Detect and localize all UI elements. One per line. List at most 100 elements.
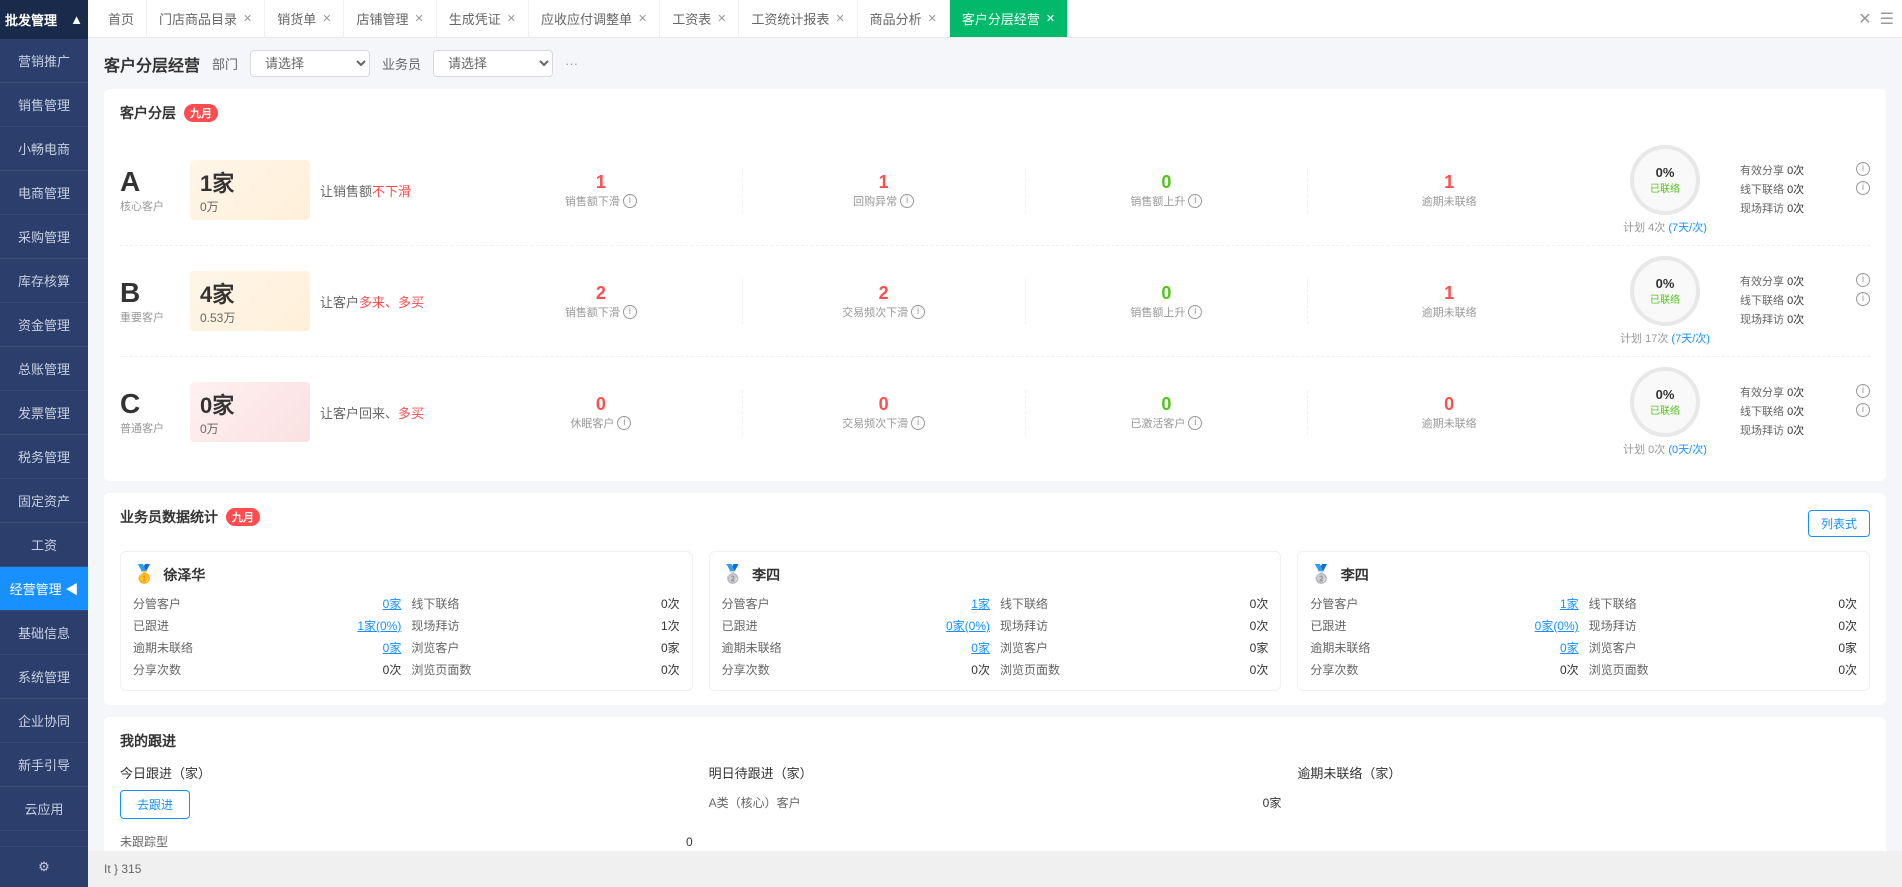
- stat-val-1-0[interactable]: 1家: [971, 595, 990, 612]
- tab-product-analysis[interactable]: 商品分析 ✕: [858, 0, 950, 38]
- stat-val-0-5: 0家: [661, 639, 680, 656]
- sidebar-item-guide[interactable]: 新手引导: [0, 743, 88, 787]
- info-icon-b1[interactable]: i: [623, 305, 637, 319]
- tab-store-mgmt[interactable]: 店铺管理 ✕: [344, 0, 436, 38]
- info-icon-c2[interactable]: i: [911, 416, 925, 430]
- info-icon-c1[interactable]: i: [617, 416, 631, 430]
- sidebar-item-collab[interactable]: 企业协同: [0, 699, 88, 743]
- sidebar-item-sales[interactable]: 销售管理: [0, 83, 88, 127]
- tab-close-store-mgmt[interactable]: ✕: [415, 12, 424, 25]
- info-icon-c-side2[interactable]: i: [1856, 403, 1870, 417]
- tab-menu-icon[interactable]: ☰: [1880, 9, 1894, 29]
- stat-b-4[interactable]: 1 逾期未联络: [1308, 279, 1590, 324]
- stat-val-2-2[interactable]: 0家(0%): [1535, 617, 1579, 634]
- stat-c-3[interactable]: 0 已激活客户 i: [1026, 390, 1309, 435]
- stat-val-2-6: 0次: [1560, 661, 1579, 678]
- sidebar-settings[interactable]: ⚙: [0, 846, 88, 887]
- stat-val-0-0[interactable]: 0家: [383, 595, 402, 612]
- tab-voucher[interactable]: 生成凭证 ✕: [437, 0, 529, 38]
- stat-val-1-2[interactable]: 0家(0%): [946, 617, 990, 634]
- tab-customer-tier[interactable]: 客户分层经营 ✕: [950, 0, 1068, 38]
- info-icon-b3[interactable]: i: [1188, 305, 1202, 319]
- info-icon-b2[interactable]: i: [911, 305, 925, 319]
- sidebar-item-ecommerce-small[interactable]: 小畅电商: [0, 127, 88, 171]
- tab-close-sales-order[interactable]: ✕: [322, 12, 331, 25]
- stat-b-3[interactable]: 0 销售额上升 i: [1026, 279, 1309, 324]
- tab-close-customer-tier[interactable]: ✕: [1046, 12, 1055, 25]
- sidebar-header[interactable]: 批发管理 ▲: [0, 0, 88, 39]
- staff-stat-row-1-3: 现场拜访 0次: [1000, 617, 1268, 634]
- sidebar-item-payroll[interactable]: 工资: [0, 523, 88, 567]
- staff-filter-select[interactable]: 请选择: [433, 50, 553, 77]
- tab-close-payroll-table[interactable]: ✕: [717, 12, 726, 25]
- stat-val-2-4[interactable]: 0家: [1560, 639, 1579, 656]
- sidebar-item-finance[interactable]: 资金管理: [0, 303, 88, 347]
- dept-filter-select[interactable]: 请选择: [250, 50, 370, 77]
- tier-label-c: C 普通客户: [120, 388, 180, 436]
- info-icon-a-side1[interactable]: i: [1856, 162, 1870, 176]
- tab-close-all-icon[interactable]: ✕: [1858, 9, 1871, 29]
- tab-payroll-table[interactable]: 工资表 ✕: [660, 0, 739, 38]
- tab-home[interactable]: 首页: [96, 0, 147, 38]
- sidebar-item-inventory[interactable]: 库存核算: [0, 259, 88, 303]
- sidebar-item-invoice[interactable]: 发票管理: [0, 391, 88, 435]
- tab-ar-ap[interactable]: 应收应付调整单 ✕: [529, 0, 660, 38]
- sidebar-item-basic-info[interactable]: 基础信息: [0, 611, 88, 655]
- sidebar-collapse-icon[interactable]: ▲: [70, 12, 83, 27]
- goto-followup-button[interactable]: 去跟进: [120, 790, 190, 819]
- sidebar-item-cloud[interactable]: 云应用: [0, 787, 88, 831]
- stat-a-3[interactable]: 0 销售额上升 i: [1026, 168, 1309, 213]
- sidebar-item-tax[interactable]: 税务管理: [0, 435, 88, 479]
- list-view-button[interactable]: 列表式: [1808, 510, 1870, 537]
- info-icon-a3[interactable]: i: [1188, 194, 1202, 208]
- sidebar-item-system[interactable]: 系统管理: [0, 655, 88, 699]
- info-icon-c3[interactable]: i: [1188, 416, 1202, 430]
- sidebar-active-arrow: ◀: [65, 582, 78, 597]
- staff-section-title: 业务员数据统计 九月: [120, 507, 260, 527]
- stat-val-0-2[interactable]: 1家(0%): [357, 617, 401, 634]
- stat-c-4[interactable]: 0 逾期未联络: [1308, 390, 1590, 435]
- contact-plan-link-b[interactable]: (7天/次): [1671, 333, 1710, 345]
- stat-b-1[interactable]: 2 销售额下滑 i: [460, 279, 743, 324]
- info-icon-a2[interactable]: i: [900, 194, 914, 208]
- sidebar-item-ecommerce[interactable]: 电商管理: [0, 171, 88, 215]
- tab-close-store-products[interactable]: ✕: [243, 12, 252, 25]
- stat-val-2-0[interactable]: 1家: [1560, 595, 1579, 612]
- page-content: 客户分层经营 部门 请选择 业务员 请选择 ··· 客户分层 九月 A 核心客户: [88, 38, 1902, 851]
- sidebar-item-fixed-assets[interactable]: 固定资产: [0, 479, 88, 523]
- info-icon-a-side2[interactable]: i: [1856, 181, 1870, 195]
- info-icon-b-side2[interactable]: i: [1856, 292, 1870, 306]
- info-icon-c-side1[interactable]: i: [1856, 384, 1870, 398]
- stat-b-2[interactable]: 2 交易频次下滑 i: [743, 279, 1026, 324]
- stat-a-1[interactable]: 1 销售额下滑 i: [460, 168, 743, 213]
- stat-val-1-5: 0家: [1250, 639, 1269, 656]
- tab-store-products[interactable]: 门店商品目录 ✕: [147, 0, 265, 38]
- stat-c-1[interactable]: 0 休眠客户 i: [460, 390, 743, 435]
- contact-plan-link-a[interactable]: (7天/次): [1668, 222, 1707, 234]
- tab-close-product-analysis[interactable]: ✕: [928, 12, 937, 25]
- stat-val-2-3: 0次: [1838, 617, 1857, 634]
- tab-close-payroll-report[interactable]: ✕: [835, 12, 844, 25]
- info-icon-b-side1[interactable]: i: [1856, 273, 1870, 287]
- page-header: 客户分层经营 部门 请选择 业务员 请选择 ···: [104, 50, 1886, 77]
- sidebar-item-purchase[interactable]: 采购管理: [0, 215, 88, 259]
- stat-c-2[interactable]: 0 交易频次下滑 i: [743, 390, 1026, 435]
- contact-plan-link-c[interactable]: (0天/次): [1668, 444, 1707, 456]
- tab-payroll-report[interactable]: 工资统计报表 ✕: [739, 0, 857, 38]
- stat-a-2[interactable]: 1 回购异常 i: [743, 168, 1026, 213]
- info-icon-a1[interactable]: i: [623, 194, 637, 208]
- more-filter-icon[interactable]: ···: [565, 56, 578, 71]
- staff-name-1: 李四: [752, 565, 780, 585]
- bottom-text: It } 315: [104, 862, 141, 876]
- stat-val-1-4[interactable]: 0家: [971, 639, 990, 656]
- tab-close-voucher[interactable]: ✕: [507, 12, 516, 25]
- stat-val-0-4[interactable]: 0家: [383, 639, 402, 656]
- staff-stat-row-2-6: 分享次数 0次: [1310, 661, 1578, 678]
- sidebar-item-marketing[interactable]: 营销推广: [0, 39, 88, 83]
- stat-a-4[interactable]: 1 逾期未联络: [1308, 168, 1590, 213]
- sidebar-item-ledger[interactable]: 总账管理: [0, 347, 88, 391]
- tab-close-ar-ap[interactable]: ✕: [638, 12, 647, 25]
- sidebar-item-management[interactable]: 经营管理 ◀: [0, 567, 88, 611]
- tab-sales-order[interactable]: 销货单 ✕: [265, 0, 344, 38]
- tier-label-b: B 重要客户: [120, 277, 180, 325]
